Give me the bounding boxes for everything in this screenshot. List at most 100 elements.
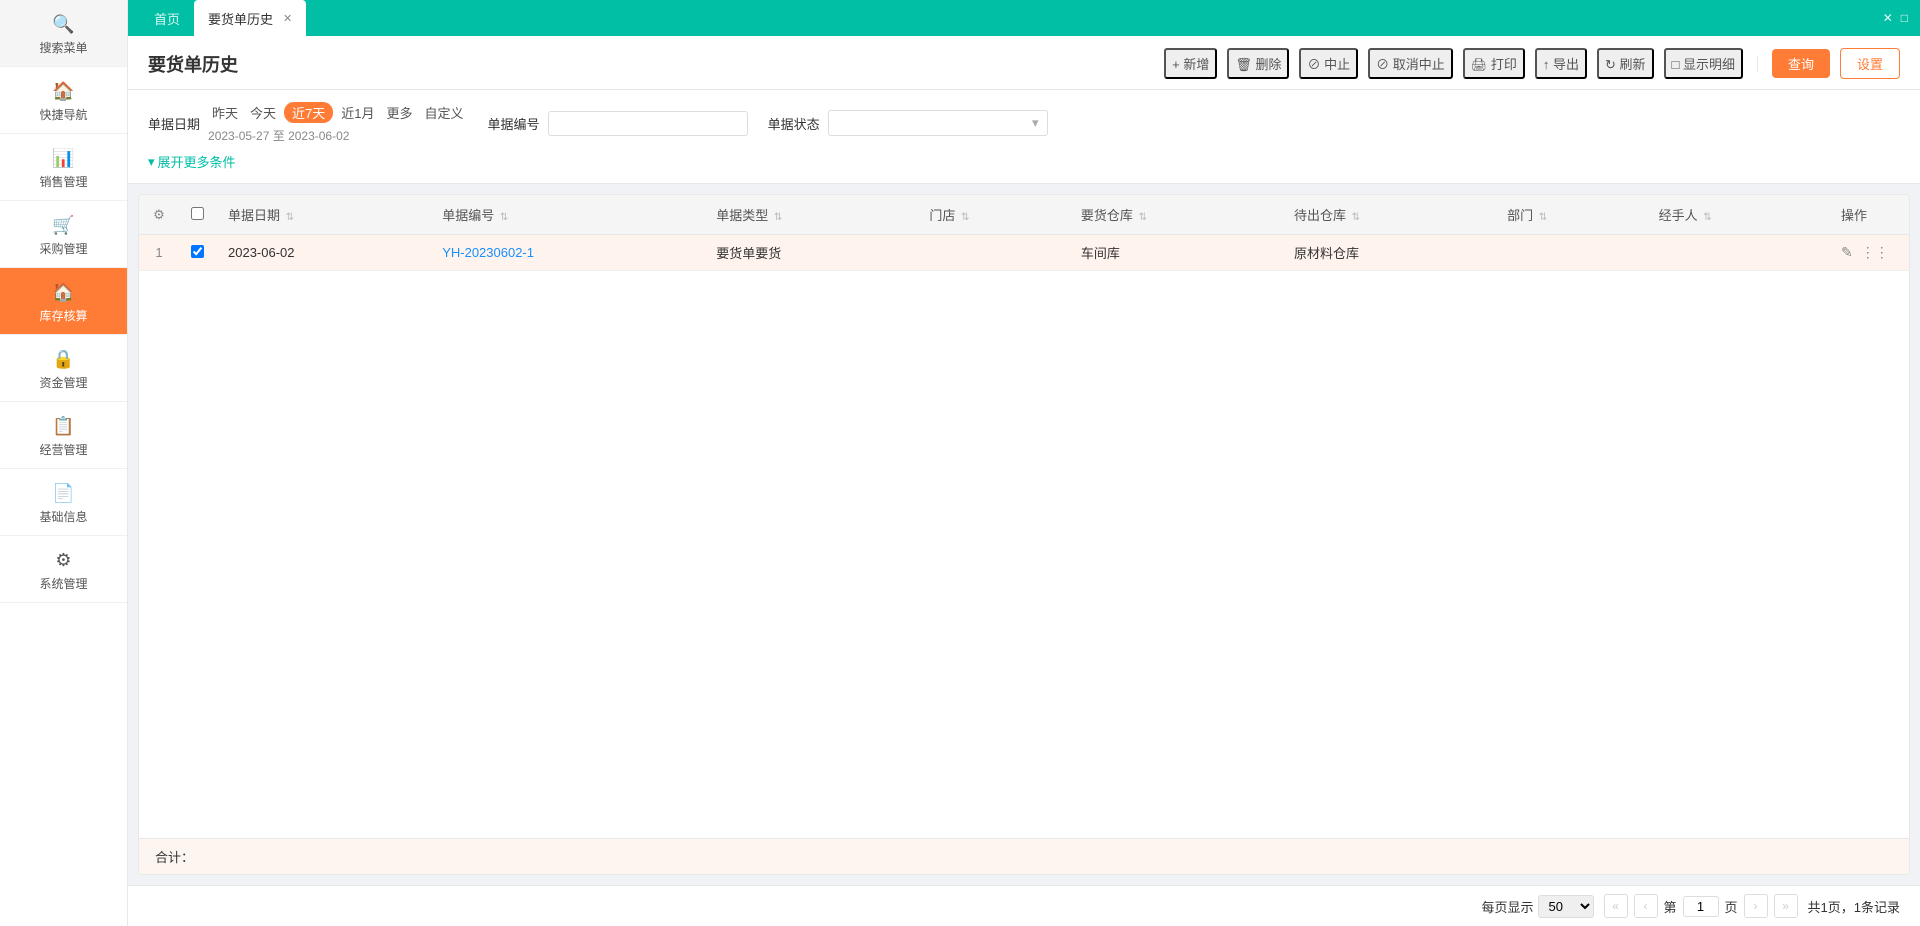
col-handler-label: 经手人 — [1659, 208, 1698, 223]
doc-no-link[interactable]: YH-20230602-1 — [442, 245, 534, 260]
sidebar-item-operation[interactable]: 📋 经营管理 — [0, 402, 127, 469]
row-pending-warehouse: 原材料仓库 — [1282, 235, 1495, 271]
select-all-checkbox[interactable] — [191, 207, 204, 220]
table-header-row: ⚙ 单据日期 ⇅ 单据编号 ⇅ — [139, 195, 1909, 235]
refresh-button-label: ↻ 刷新 — [1605, 54, 1646, 73]
doc-no-input[interactable] — [548, 111, 748, 136]
row-checkbox[interactable] — [191, 245, 204, 258]
next-page-button[interactable]: › — [1744, 894, 1768, 918]
table-footer: 合计： — [139, 838, 1909, 874]
sidebar-item-purchase[interactable]: 🛒 采购管理 — [0, 201, 127, 268]
shortcut-week7[interactable]: 近7天 — [284, 102, 333, 123]
toolbar-divider — [1757, 56, 1758, 72]
last-page-button[interactable]: » — [1774, 894, 1798, 918]
sidebar-label-basic: 基础信息 — [39, 508, 87, 525]
gear-icon: ⚙ — [55, 550, 71, 571]
sidebar-label-system: 系统管理 — [39, 575, 87, 592]
status-filter-group: 单据状态 ▾ — [768, 110, 1048, 136]
doc-no-label: 单据编号 — [488, 114, 540, 133]
shortcut-yesterday[interactable]: 昨天 — [208, 102, 242, 123]
filter-area: 单据日期 昨天 今天 近7天 近1月 更多 自定义 2023-05-27 至 2… — [128, 90, 1920, 184]
sort-icon-reqwh[interactable]: ⇅ — [1139, 212, 1147, 223]
more-action-icon[interactable]: ⋮⋮ — [1861, 244, 1889, 261]
edit-icon[interactable]: ✎ — [1841, 244, 1853, 261]
sort-icon-doctype[interactable]: ⇅ — [774, 212, 782, 223]
row-req-warehouse: 车间库 — [1069, 235, 1282, 271]
shortcut-custom[interactable]: 自定义 — [421, 102, 468, 123]
sidebar-label-operation: 经营管理 — [39, 441, 87, 458]
main-table: ⚙ 单据日期 ⇅ 单据编号 ⇅ — [139, 195, 1909, 271]
sort-icon-docno[interactable]: ⇅ — [500, 212, 508, 223]
export-button-label: ↑ 导出 — [1543, 54, 1579, 73]
tab-history-label: 要货单历史 — [208, 9, 273, 28]
tab-home-label: 首页 — [154, 9, 180, 28]
warehouse-icon: 🏠 — [52, 282, 74, 303]
sidebar-label-search: 搜索菜单 — [39, 39, 87, 56]
export-button[interactable]: ↑ 导出 — [1535, 48, 1587, 79]
first-page-button[interactable]: « — [1604, 894, 1628, 918]
search-icon: 🔍 — [52, 14, 74, 35]
show-detail-button-label: □ 显示明细 — [1672, 54, 1735, 73]
sidebar-item-shortcut[interactable]: 🏠 快捷导航 — [0, 67, 127, 134]
col-settings: ⚙ — [139, 195, 179, 235]
col-checkbox — [179, 195, 216, 235]
shortcut-month1[interactable]: 近1月 — [337, 102, 378, 123]
sidebar-item-inventory[interactable]: 🏠 库存核算 — [0, 268, 127, 335]
new-button[interactable]: + 新增 — [1164, 48, 1217, 79]
sidebar-item-finance[interactable]: 🔒 资金管理 — [0, 335, 127, 402]
window-maximize-icon[interactable]: □ — [1901, 11, 1908, 25]
chevron-down-icon-expand: ▾ — [148, 154, 155, 170]
pagination-area: 每页显示 10 20 50 100 « ‹ 第 页 › » 共1页，1条记录 — [128, 885, 1920, 926]
sort-icon-pendingwh[interactable]: ⇅ — [1352, 212, 1360, 223]
cancel-stop-button[interactable]: ⊘ 取消中止 — [1368, 48, 1453, 79]
page-number-input[interactable] — [1683, 896, 1719, 917]
refresh-button[interactable]: ↻ 刷新 — [1597, 48, 1654, 79]
page-title: 要货单历史 — [148, 51, 238, 77]
sort-icon-store[interactable]: ⇅ — [961, 212, 969, 223]
prev-page-button[interactable]: ‹ — [1634, 894, 1658, 918]
sidebar-item-search[interactable]: 🔍 搜索菜单 — [0, 0, 127, 67]
column-settings-icon[interactable]: ⚙ — [153, 207, 165, 222]
window-close-icon[interactable]: ✕ — [1883, 11, 1893, 25]
row-num-cell: 1 — [139, 235, 179, 271]
show-detail-button[interactable]: □ 显示明细 — [1664, 48, 1743, 79]
sidebar-item-sales[interactable]: 📊 销售管理 — [0, 134, 127, 201]
sidebar-label-purchase: 采购管理 — [39, 240, 87, 257]
cart-icon: 🛒 — [52, 215, 74, 236]
delete-button[interactable]: 🗑 删除 — [1227, 48, 1289, 79]
print-button[interactable]: 🖨 打印 — [1463, 48, 1525, 79]
expand-more-btn[interactable]: ▾ 展开更多条件 — [148, 152, 1900, 171]
query-button[interactable]: 查询 — [1772, 49, 1830, 78]
cancel-stop-button-label: ⊘ 取消中止 — [1376, 54, 1445, 73]
sort-icon-date[interactable]: ⇅ — [286, 212, 294, 223]
date-range-display: 2023-05-27 至 2023-06-02 — [208, 127, 468, 144]
col-pending-warehouse: 待出仓库 ⇅ — [1282, 195, 1495, 235]
col-doc-date-label: 单据日期 — [228, 208, 280, 223]
sidebar-item-system[interactable]: ⚙ 系统管理 — [0, 536, 127, 603]
status-select[interactable]: ▾ — [828, 110, 1048, 136]
main-content: 首页 要货单历史 ✕ ✕ □ 要货单历史 + 新增 🗑 删除 — [128, 0, 1920, 926]
content-area: 要货单历史 + 新增 🗑 删除 ⊘ 中止 ⊘ 取消中止 🖨 — [128, 36, 1920, 926]
page-nav: « ‹ 第 页 › » — [1604, 894, 1798, 918]
page-suffix: 页 — [1725, 897, 1738, 916]
tab-close-icon[interactable]: ✕ — [283, 12, 292, 25]
col-action: 操作 — [1829, 195, 1909, 235]
col-store-label: 门店 — [929, 208, 955, 223]
settings-button[interactable]: 设置 — [1840, 48, 1900, 79]
sort-icon-handler[interactable]: ⇅ — [1703, 212, 1711, 223]
shortcut-more[interactable]: 更多 — [383, 102, 417, 123]
action-icons: ✎ ⋮⋮ — [1841, 244, 1897, 261]
row-checkbox-cell — [179, 235, 216, 271]
sort-icon-dept[interactable]: ⇅ — [1539, 212, 1547, 223]
stop-button[interactable]: ⊘ 中止 — [1299, 48, 1358, 79]
tab-home[interactable]: 首页 — [140, 0, 194, 36]
tab-history[interactable]: 要货单历史 ✕ — [194, 0, 306, 36]
row-doc-date: 2023-06-02 — [216, 235, 430, 271]
col-handler: 经手人 ⇅ — [1647, 195, 1829, 235]
col-doc-date: 单据日期 ⇅ — [216, 195, 430, 235]
sidebar-item-basic[interactable]: 📄 基础信息 — [0, 469, 127, 536]
col-req-warehouse: 要货仓库 ⇅ — [1069, 195, 1282, 235]
page-size-dropdown[interactable]: 10 20 50 100 — [1538, 895, 1594, 918]
shortcut-today[interactable]: 今天 — [246, 102, 280, 123]
filter-row: 单据日期 昨天 今天 近7天 近1月 更多 自定义 2023-05-27 至 2… — [148, 102, 1900, 144]
